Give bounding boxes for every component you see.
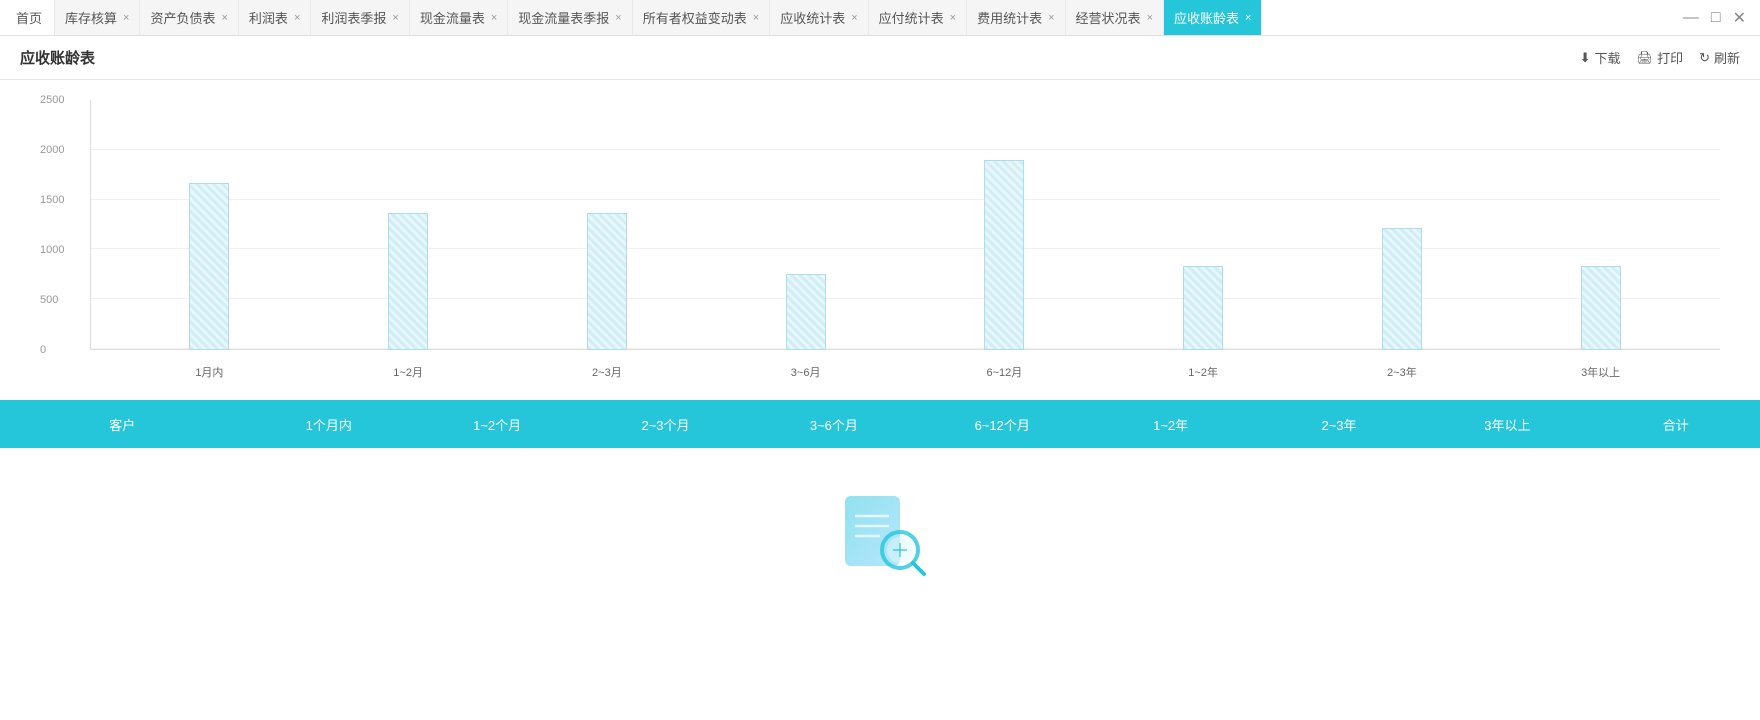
chart-area: 2500 2000 1500 1000 500 0 1月内 1~2月 2~3月 3~6月 6~12… bbox=[0, 80, 1760, 390]
page-header: 应收账龄表 ⬇ 下载 🖨 打印 ↻ 刷新 bbox=[0, 36, 1760, 80]
close-tab-ar_stat[interactable]: × bbox=[851, 12, 857, 24]
bar-group-2 bbox=[587, 213, 627, 350]
table-header: 客户1个月内1~2个月2~3个月3~6个月6~12个月1~2年2~3年3年以上合… bbox=[0, 400, 1760, 448]
tab-bar-actions: — □ ✕ bbox=[1677, 8, 1756, 28]
download-button[interactable]: ⬇ 下载 bbox=[1580, 48, 1621, 67]
tab-expense_stat[interactable]: 费用统计表× bbox=[967, 0, 1065, 36]
bar-6[interactable] bbox=[1382, 228, 1422, 350]
x-label-6: 2~3年 bbox=[1372, 364, 1432, 380]
bar-group-4 bbox=[984, 160, 1024, 350]
tab-profit_quarter[interactable]: 利润表季报× bbox=[311, 0, 409, 36]
x-label-0: 1月内 bbox=[179, 364, 239, 380]
minimize-icon[interactable]: — bbox=[1677, 9, 1705, 27]
tab-ar_aging[interactable]: 应收账龄表× bbox=[1164, 0, 1262, 36]
bar-0[interactable] bbox=[189, 183, 229, 350]
tab-ar_stat[interactable]: 应收统计表× bbox=[770, 0, 868, 36]
close-tab-biz_status[interactable]: × bbox=[1147, 12, 1153, 24]
th-8: 3年以上 bbox=[1423, 415, 1591, 434]
x-label-7: 3年以上 bbox=[1571, 364, 1631, 380]
bar-4[interactable] bbox=[984, 160, 1024, 350]
tab-bar: 首页库存核算×资产负债表×利润表×利润表季报×现金流量表×现金流量表季报×所有者… bbox=[0, 0, 1760, 36]
close-tab-profit[interactable]: × bbox=[294, 12, 300, 24]
tab-cashflow[interactable]: 现金流量表× bbox=[410, 0, 508, 36]
maximize-icon[interactable]: □ bbox=[1705, 9, 1727, 27]
th-0: 客户 bbox=[0, 415, 245, 434]
empty-icon bbox=[825, 488, 935, 583]
page-title: 应收账龄表 bbox=[20, 47, 95, 68]
close-tab-cashflow_quarter[interactable]: × bbox=[615, 12, 621, 24]
close-window-icon[interactable]: ✕ bbox=[1727, 8, 1752, 28]
bar-group-6 bbox=[1382, 228, 1422, 350]
bar-group-0 bbox=[189, 183, 229, 350]
bar-group-5 bbox=[1183, 266, 1223, 350]
x-label-2: 2~3月 bbox=[577, 364, 637, 380]
close-tab-ar_aging[interactable]: × bbox=[1245, 12, 1251, 24]
th-9: 合计 bbox=[1592, 415, 1760, 434]
th-1: 1个月内 bbox=[245, 415, 413, 434]
print-button[interactable]: 🖨 打印 bbox=[1637, 48, 1684, 67]
tab-balance[interactable]: 资产负债表× bbox=[140, 0, 238, 36]
page-actions: ⬇ 下载 🖨 打印 ↻ 刷新 bbox=[1580, 48, 1740, 67]
x-label-5: 1~2年 bbox=[1173, 364, 1233, 380]
tab-biz_status[interactable]: 经营状况表× bbox=[1066, 0, 1164, 36]
bar-group-3 bbox=[786, 274, 826, 350]
empty-state bbox=[0, 448, 1760, 603]
bar-2[interactable] bbox=[587, 213, 627, 350]
close-tab-profit_quarter[interactable]: × bbox=[392, 12, 398, 24]
y-label-1: 2000 bbox=[40, 144, 64, 156]
th-6: 1~2年 bbox=[1086, 415, 1254, 434]
close-tab-balance[interactable]: × bbox=[221, 12, 227, 24]
y-label-4: 500 bbox=[40, 294, 58, 306]
close-tab-expense_stat[interactable]: × bbox=[1048, 12, 1054, 24]
th-2: 1~2个月 bbox=[413, 415, 581, 434]
x-labels: 1月内 1~2月 2~3月 3~6月 6~12月 1~2年 2~3年 3年以上 bbox=[90, 364, 1720, 380]
bar-5[interactable] bbox=[1183, 266, 1223, 350]
x-label-4: 6~12月 bbox=[974, 364, 1034, 380]
close-tab-ap_stat[interactable]: × bbox=[950, 12, 956, 24]
y-label-2: 1500 bbox=[40, 194, 64, 206]
th-5: 6~12个月 bbox=[918, 415, 1086, 434]
y-label-5: 0 bbox=[40, 344, 46, 356]
tab-cashflow_quarter[interactable]: 现金流量表季报× bbox=[508, 0, 632, 36]
close-tab-equity[interactable]: × bbox=[753, 12, 759, 24]
tab-equity[interactable]: 所有者权益变动表× bbox=[633, 0, 770, 36]
tab-profit[interactable]: 利润表× bbox=[239, 0, 311, 36]
x-label-3: 3~6月 bbox=[776, 364, 836, 380]
th-7: 2~3年 bbox=[1255, 415, 1423, 434]
print-icon: 🖨 bbox=[1637, 50, 1654, 66]
bar-chart: 25002000150010005000 1月内1~2月2~3月3~6月6~12… bbox=[40, 100, 1720, 380]
bars-container bbox=[90, 100, 1720, 350]
main-content: 2500 2000 1500 1000 500 0 1月内 1~2月 2~3月 3~6月 6~12… bbox=[0, 80, 1760, 720]
th-4: 3~6个月 bbox=[750, 415, 918, 434]
tab-ap_stat[interactable]: 应付统计表× bbox=[869, 0, 967, 36]
bar-group-7 bbox=[1581, 266, 1621, 350]
y-label-3: 1000 bbox=[40, 244, 64, 256]
y-axis-labels: 25002000150010005000 bbox=[40, 100, 90, 350]
bar-group-1 bbox=[388, 213, 428, 350]
download-icon: ⬇ bbox=[1580, 50, 1591, 66]
refresh-button[interactable]: ↻ 刷新 bbox=[1699, 48, 1740, 67]
bar-7[interactable] bbox=[1581, 266, 1621, 350]
refresh-icon: ↻ bbox=[1699, 50, 1710, 66]
tab-inventory[interactable]: 库存核算× bbox=[55, 0, 140, 36]
close-tab-inventory[interactable]: × bbox=[123, 12, 129, 24]
th-3: 2~3个月 bbox=[581, 415, 749, 434]
x-label-1: 1~2月 bbox=[378, 364, 438, 380]
bar-3[interactable] bbox=[786, 274, 826, 350]
tab-home[interactable]: 首页 bbox=[4, 0, 55, 36]
y-label-0: 2500 bbox=[40, 94, 64, 106]
bar-1[interactable] bbox=[388, 213, 428, 350]
close-tab-cashflow[interactable]: × bbox=[491, 12, 497, 24]
